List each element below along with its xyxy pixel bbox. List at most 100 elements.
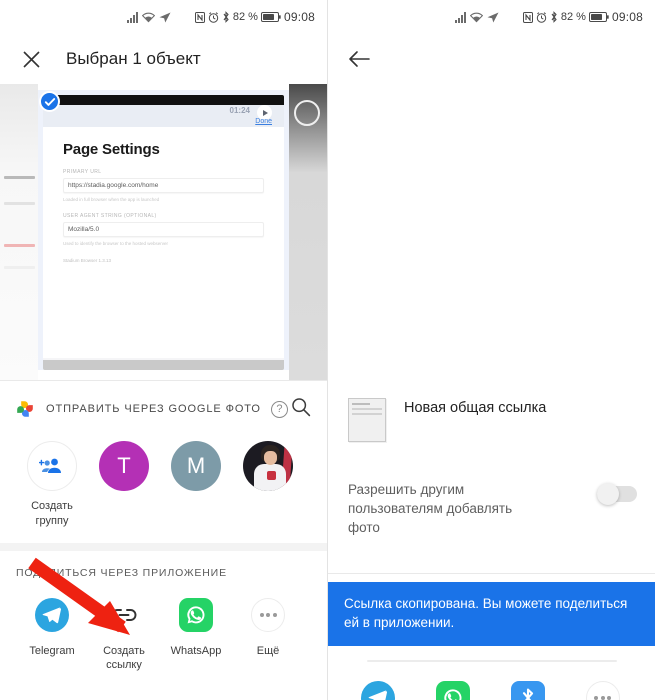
- more-icon[interactable]: [583, 678, 623, 700]
- screenshot-nav-strip: [43, 360, 284, 370]
- shared-link-row[interactable]: Новая общая ссылка: [328, 394, 655, 442]
- whatsapp-icon[interactable]: [433, 678, 473, 700]
- contact-avatar-m[interactable]: M: [160, 441, 232, 491]
- video-overlay-bar: 01:24 Done: [43, 105, 284, 127]
- field-label-user-agent: USER AGENT STRING (OPTIONAL): [63, 213, 157, 219]
- back-arrow-icon[interactable]: [346, 46, 372, 72]
- apps-share-row: Telegram Создать ссылку WhatsApp Ещё: [16, 579, 311, 672]
- empty-content-area: [328, 84, 655, 394]
- contact-avatar-t[interactable]: T: [88, 441, 160, 491]
- adjacent-thumbnail-right[interactable]: [289, 84, 327, 380]
- link-icon[interactable]: [104, 595, 144, 635]
- allow-add-photos-row[interactable]: Разрешить другим пользователям добавлять…: [328, 442, 655, 537]
- share-app-telegram[interactable]: Telegram: [16, 595, 88, 672]
- share-app-whatsapp[interactable]: WhatsApp: [160, 595, 232, 672]
- share-app-label: Ещё: [256, 645, 280, 657]
- create-link-label-line2: ссылку: [106, 659, 142, 671]
- field-hint-primary-url: Loaded in full browser when the app is l…: [63, 197, 160, 202]
- share-app-label: WhatsApp: [170, 645, 222, 657]
- share-app-create-link[interactable]: Создать ссылку: [88, 595, 160, 672]
- screenshot-version-label: Stadium Browser 1.3.13: [63, 258, 112, 263]
- wifi-icon: [470, 12, 483, 23]
- done-link[interactable]: Done: [255, 118, 272, 125]
- selected-media-thumbnail[interactable]: 01:24 Done Page Settings PRIMARY URL htt…: [38, 90, 289, 370]
- create-group-label: Создать группу: [31, 499, 73, 529]
- left-app-bar: Выбран 1 объект: [0, 34, 327, 84]
- camera-ring-shape: [294, 100, 320, 126]
- google-photos-logo-icon: [16, 400, 34, 418]
- alarm-icon: [208, 11, 219, 23]
- apps-share-title: Поделиться через приложение: [16, 567, 227, 579]
- shared-link-title: Новая общая ссылка: [404, 400, 547, 416]
- telegram-icon[interactable]: [358, 678, 398, 700]
- bluetooth-icon[interactable]: [508, 678, 548, 700]
- adjacent-thumbnail-left[interactable]: [0, 84, 38, 380]
- allow-add-photos-label: Разрешить другим пользователям добавлять…: [348, 482, 513, 535]
- battery-icon: [588, 12, 609, 22]
- share-app-more[interactable]: Еще: [565, 678, 640, 700]
- section-separator: [0, 543, 327, 551]
- field-value-user-agent[interactable]: Mozilla/5.0: [63, 222, 264, 237]
- share-app-telegram[interactable]: Telegram: [340, 678, 415, 700]
- clock-label: 09:08: [283, 10, 315, 24]
- share-app-label: Создать ссылку: [103, 644, 145, 672]
- nfc-icon: [522, 11, 533, 23]
- screenshot-status-strip: [43, 95, 284, 105]
- close-icon[interactable]: [18, 46, 44, 72]
- alarm-icon: [536, 11, 547, 23]
- signal-bars-icon: [127, 11, 138, 23]
- contact-avatar-photo[interactable]: [232, 441, 304, 491]
- battery-percent-label: 82 %: [560, 11, 586, 23]
- screenshot-content: Page Settings PRIMARY URL https://stadia…: [43, 127, 284, 358]
- left-phone-screen: 82 % 09:08 Выбран 1 объект 01:24 Done Pa…: [0, 0, 328, 700]
- create-group-item[interactable]: Создать группу: [16, 441, 88, 529]
- dual-screenshot-container: 82 % 09:08 Выбран 1 объект 01:24 Done Pa…: [0, 0, 655, 700]
- avatar[interactable]: T: [99, 441, 149, 491]
- share-sheet-apps-row: Telegram WhatsApp: [328, 662, 655, 700]
- nfc-icon: [194, 11, 205, 23]
- apps-share-section: Поделиться через приложение Telegram: [0, 551, 327, 672]
- screenshot-preview: 01:24 Done Page Settings PRIMARY URL htt…: [43, 95, 284, 370]
- battery-icon: [260, 12, 281, 22]
- field-value-primary-url[interactable]: https://stadia.google.com/home: [63, 178, 264, 193]
- location-arrow-icon: [487, 12, 499, 23]
- status-snackbar: Ссылка скопирована. Вы можете поделиться…: [328, 582, 655, 646]
- status-bar-left: 82 % 09:08: [0, 0, 327, 34]
- bluetooth-icon: [550, 11, 558, 23]
- google-photos-section-title: Отправить через Google Фото: [46, 403, 261, 415]
- google-photos-share-section: Отправить через Google Фото ?: [0, 381, 327, 529]
- share-app-whatsapp[interactable]: WhatsApp: [415, 678, 490, 700]
- signal-bars-icon: [455, 11, 466, 23]
- check-circle-icon[interactable]: [39, 91, 60, 112]
- more-icon[interactable]: [248, 595, 288, 635]
- clock-label: 09:08: [611, 10, 643, 24]
- share-sheet: Telegram WhatsApp: [328, 646, 655, 700]
- search-icon[interactable]: [291, 397, 311, 422]
- share-app-bluetooth[interactable]: Bluetooth: [490, 678, 565, 700]
- add-group-icon[interactable]: [27, 441, 77, 491]
- wifi-icon: [142, 12, 155, 23]
- avatar[interactable]: [243, 441, 293, 491]
- media-gallery-strip: 01:24 Done Page Settings PRIMARY URL htt…: [0, 84, 327, 380]
- create-link-label-line1: Создать: [103, 645, 145, 657]
- document-thumbnail-icon: [348, 398, 386, 442]
- screenshot-heading: Page Settings: [63, 141, 160, 158]
- create-group-label-line2: группу: [35, 515, 69, 527]
- right-phone-screen: 82 % 09:08 Новая общая ссылка Разрешить …: [328, 0, 655, 700]
- avatar[interactable]: M: [171, 441, 221, 491]
- create-group-label-line1: Создать: [31, 500, 73, 512]
- status-bar-right: 82 % 09:08: [328, 0, 655, 34]
- field-hint-user-agent: Used to identify the browser to the host…: [63, 241, 169, 246]
- share-app-more[interactable]: Ещё: [232, 595, 304, 672]
- field-label-primary-url: PRIMARY URL: [63, 169, 102, 175]
- contact-avatar-row: Создать группу T M: [16, 437, 311, 529]
- telegram-icon[interactable]: [32, 595, 72, 635]
- bluetooth-icon: [222, 11, 230, 23]
- video-duration-label: 01:24: [229, 106, 250, 115]
- toggle-switch-icon[interactable]: [597, 483, 637, 505]
- google-photos-header: Отправить через Google Фото ?: [16, 381, 311, 437]
- help-circle-icon[interactable]: ?: [270, 400, 288, 418]
- whatsapp-icon[interactable]: [176, 595, 216, 635]
- page-title: Выбран 1 объект: [66, 49, 201, 68]
- right-app-bar: [328, 34, 655, 84]
